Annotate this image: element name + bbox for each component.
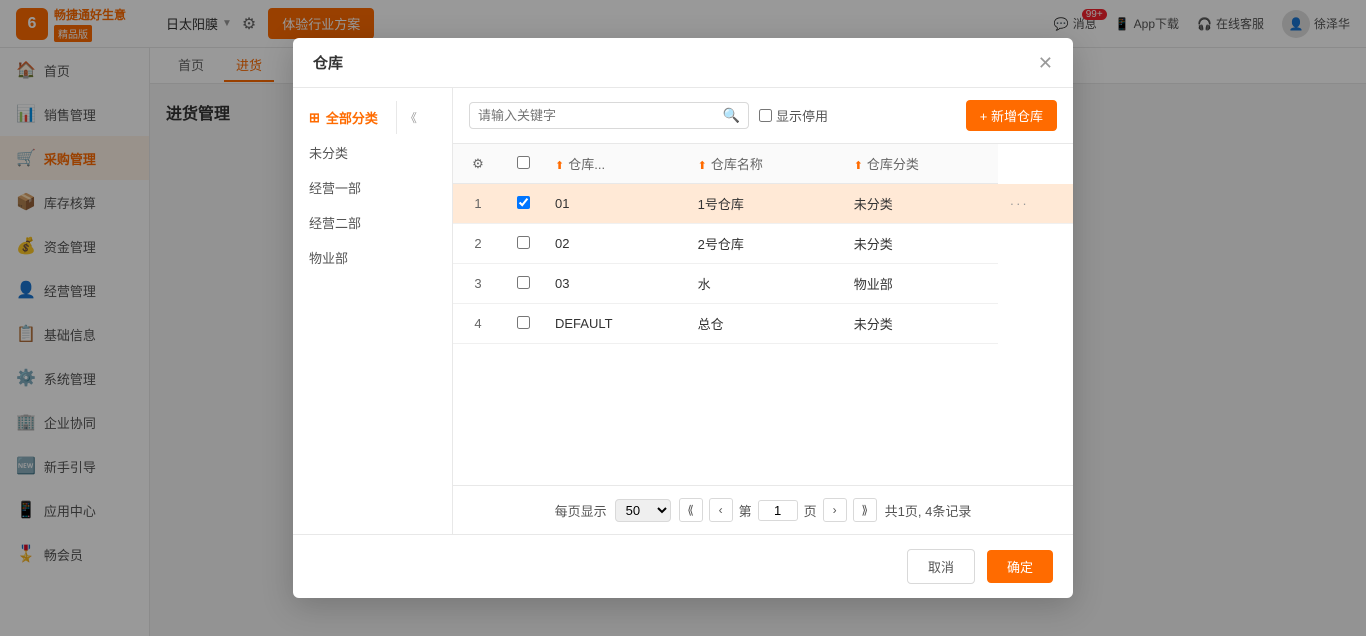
th-category: ⬆仓库分类 (842, 144, 998, 184)
table-row[interactable]: 4 DEFAULT 总仓 未分类 (453, 304, 1073, 344)
row-category: 未分类 (842, 224, 998, 264)
table-header-row: ⚙ ⬆仓库... ⬆仓库名称 (453, 144, 1073, 184)
modal-footer: 取消 确定 (293, 534, 1073, 598)
modal-close-button[interactable]: ✕ (1038, 54, 1053, 72)
table-row[interactable]: 2 02 2号仓库 未分类 (453, 224, 1073, 264)
th-name: ⬆仓库名称 (686, 144, 842, 184)
th-code: ⬆仓库... (543, 144, 686, 184)
prev-page-button[interactable]: ‹ (709, 498, 733, 522)
row-checkbox[interactable] (517, 236, 530, 249)
category-item-dept1[interactable]: 经营一部 (293, 170, 452, 205)
next-page-button[interactable]: › (823, 498, 847, 522)
total-info: 共1页, 4条记录 (885, 501, 972, 520)
row-code: 01 (543, 184, 686, 224)
collapse-panel-button[interactable]: 《 (396, 101, 425, 134)
row-checkbox[interactable] (517, 196, 530, 209)
cancel-button[interactable]: 取消 (907, 549, 975, 584)
row-category: 未分类 (842, 304, 998, 344)
table-toolbar: 🔍 显示停用 + 新增仓库 (453, 88, 1073, 144)
first-page-button[interactable]: ⟪ (679, 498, 703, 522)
row-code: 02 (543, 224, 686, 264)
show-disabled-checkbox[interactable] (759, 109, 772, 122)
gear-icon: ⚙ (472, 156, 484, 171)
row-checkbox-cell (503, 264, 543, 304)
category-all-label: 全部分类 (326, 108, 378, 127)
row-seq: 2 (453, 224, 503, 264)
row-name: 水 (686, 264, 842, 304)
page-number-input[interactable] (758, 500, 798, 521)
row-name: 2号仓库 (686, 224, 842, 264)
page-label: 第 (739, 501, 752, 520)
th-settings: ⚙ (453, 144, 503, 184)
row-category: 未分类 (842, 184, 998, 224)
row-name: 总仓 (686, 304, 842, 344)
search-icon: 🔍 (723, 107, 740, 124)
row-code: DEFAULT (543, 304, 686, 344)
row-name: 1号仓库 (686, 184, 842, 224)
th-checkbox (503, 144, 543, 184)
table-container: ⚙ ⬆仓库... ⬆仓库名称 (453, 144, 1073, 485)
row-seq: 4 (453, 304, 503, 344)
warehouse-table: ⚙ ⬆仓库... ⬆仓库名称 (453, 144, 1073, 344)
warehouse-tbody: 1 01 1号仓库 未分类 ··· 2 02 2号仓库 未分类 3 (453, 184, 1073, 344)
row-seq: 3 (453, 264, 503, 304)
sort-icon-name: ⬆ (698, 160, 707, 172)
action-dots-icon[interactable]: ··· (1010, 196, 1029, 211)
modal-title: 仓库 (313, 52, 343, 73)
last-page-button[interactable]: ⟫ (853, 498, 877, 522)
sort-icon: ⬆ (555, 160, 564, 172)
search-box: 🔍 (469, 102, 749, 129)
sort-icon-cat: ⬆ (854, 160, 863, 172)
row-checkbox[interactable] (517, 316, 530, 329)
ok-button[interactable]: 确定 (987, 550, 1053, 583)
page-size-dropdown[interactable]: 50 100 (615, 499, 671, 522)
row-checkbox-cell (503, 304, 543, 344)
grid-icon: ⊞ (309, 110, 320, 126)
pagination-bar: 每页显示 50 100 ⟪ ‹ 第 页 › ⟫ (453, 485, 1073, 534)
category-item-unclassified[interactable]: 未分类 (293, 135, 452, 170)
modal-header: 仓库 ✕ (293, 38, 1073, 88)
row-action[interactable]: ··· (998, 184, 1073, 224)
category-all-button[interactable]: ⊞ 全部分类 (293, 100, 394, 135)
row-seq: 1 (453, 184, 503, 224)
category-item-property[interactable]: 物业部 (293, 240, 452, 275)
add-warehouse-button[interactable]: + 新增仓库 (966, 100, 1057, 131)
row-checkbox-cell (503, 184, 543, 224)
row-checkbox-cell (503, 224, 543, 264)
warehouse-modal: 仓库 ✕ ⊞ 全部分类 《 未分类 经营一部 经营二部 物业部 (293, 38, 1073, 598)
modal-body: ⊞ 全部分类 《 未分类 经营一部 经营二部 物业部 🔍 (293, 88, 1073, 534)
show-disabled-label: 显示停用 (759, 106, 828, 125)
row-category: 物业部 (842, 264, 998, 304)
page-suffix: 页 (804, 501, 817, 520)
per-page-label: 每页显示 (555, 501, 607, 520)
row-code: 03 (543, 264, 686, 304)
category-item-dept2[interactable]: 经营二部 (293, 205, 452, 240)
page-size-select: 50 100 (615, 499, 671, 522)
table-row[interactable]: 3 03 水 物业部 (453, 264, 1073, 304)
table-panel: 🔍 显示停用 + 新增仓库 ⚙ (453, 88, 1073, 534)
modal-overlay: 仓库 ✕ ⊞ 全部分类 《 未分类 经营一部 经营二部 物业部 (0, 0, 1366, 636)
row-checkbox[interactable] (517, 276, 530, 289)
category-panel: ⊞ 全部分类 《 未分类 经营一部 经营二部 物业部 (293, 88, 453, 534)
search-input[interactable] (478, 108, 717, 123)
select-all-checkbox[interactable] (517, 156, 530, 169)
table-row[interactable]: 1 01 1号仓库 未分类 ··· (453, 184, 1073, 224)
category-all-header: ⊞ 全部分类 《 (293, 100, 452, 135)
page-nav: ⟪ ‹ 第 页 › ⟫ (679, 498, 877, 522)
